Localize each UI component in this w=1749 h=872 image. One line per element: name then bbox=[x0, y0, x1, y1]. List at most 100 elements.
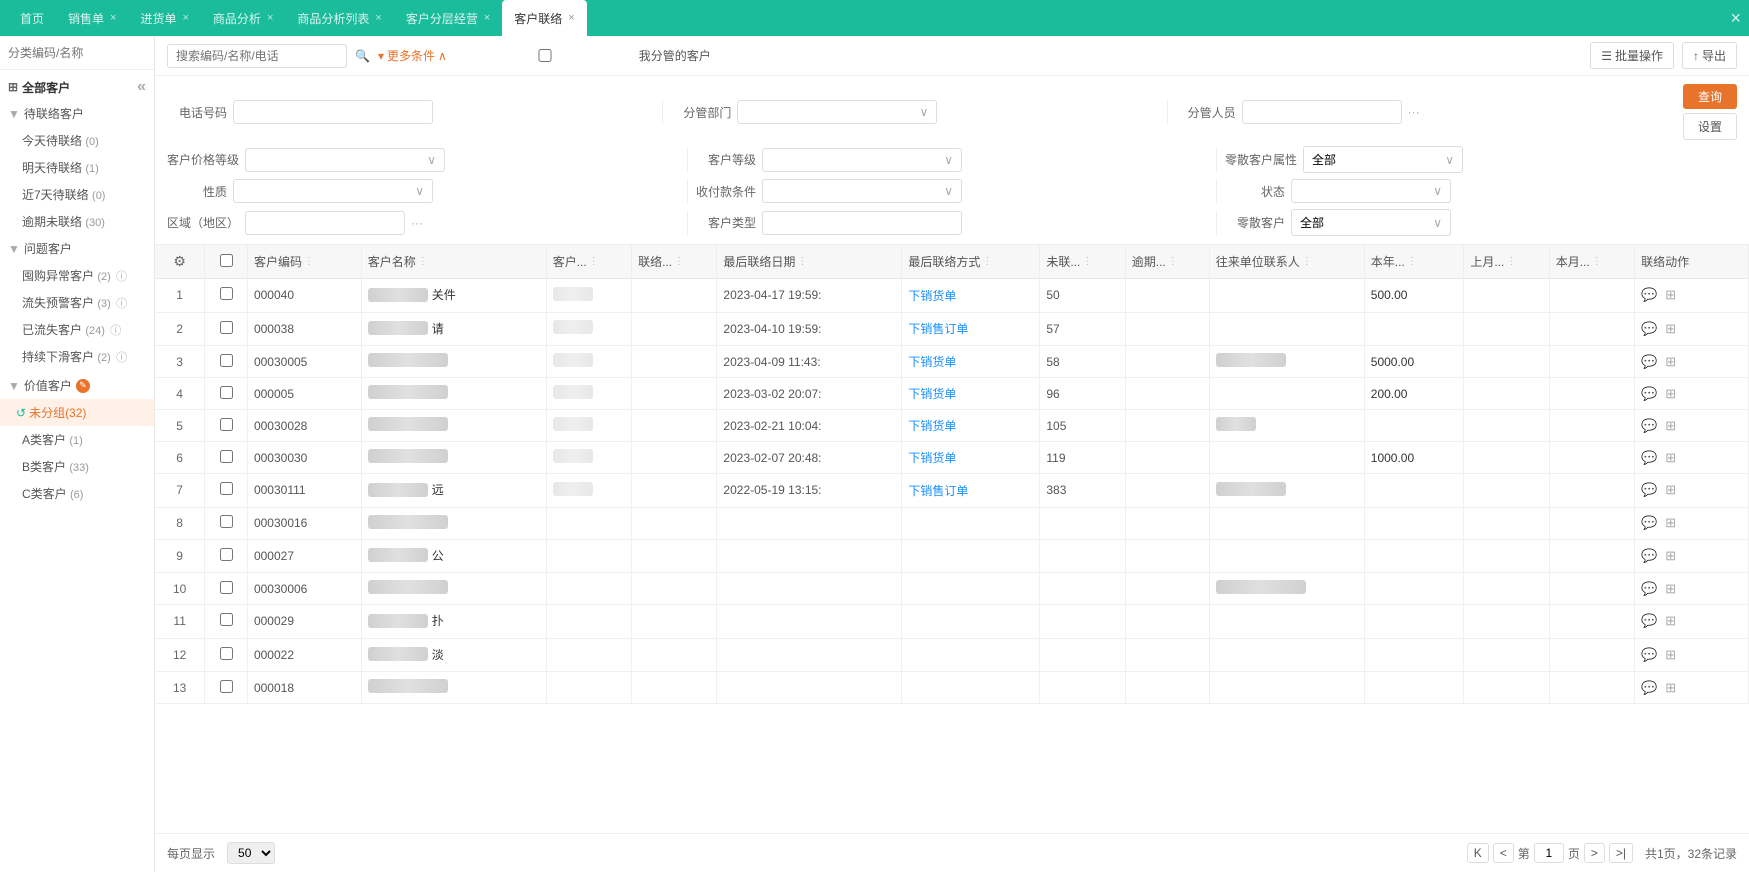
contact-icon-0[interactable]: 💬 bbox=[1641, 287, 1657, 303]
cell-lastway[interactable] bbox=[902, 539, 1040, 573]
th-sort-lastmonth[interactable]: 上月... ⋮ bbox=[1470, 253, 1542, 270]
region-more-icon[interactable]: ··· bbox=[411, 216, 423, 230]
cell-lastway[interactable] bbox=[902, 573, 1040, 605]
contact-icon-12[interactable]: 💬 bbox=[1641, 680, 1657, 696]
retail-attr-select[interactable]: 全部 ∨ bbox=[1303, 146, 1463, 173]
contact-icon-9[interactable]: 💬 bbox=[1641, 581, 1657, 597]
my-customers-check[interactable] bbox=[455, 49, 635, 62]
more-icon-9[interactable]: ⊞ bbox=[1665, 581, 1676, 597]
staff-more-icon[interactable]: ··· bbox=[1408, 105, 1420, 119]
row-check-6[interactable] bbox=[220, 482, 233, 495]
sidebar-item-ungroup[interactable]: ↺ 未分组(32) bbox=[0, 399, 154, 426]
contact-icon-2[interactable]: 💬 bbox=[1641, 354, 1657, 370]
contact-icon-1[interactable]: 💬 bbox=[1641, 321, 1657, 337]
cell-check[interactable] bbox=[205, 410, 248, 442]
row-check-1[interactable] bbox=[220, 321, 233, 334]
price-select[interactable]: ∨ bbox=[245, 148, 445, 172]
more-conditions-btn[interactable]: ▾ 更多条件 ∧ bbox=[378, 47, 447, 64]
close-window-icon[interactable]: × bbox=[1730, 8, 1741, 29]
more-icon-3[interactable]: ⊞ bbox=[1665, 386, 1676, 402]
dept-select[interactable]: ∨ bbox=[737, 100, 937, 124]
lastway-link-5[interactable]: 下销货单 bbox=[908, 451, 956, 465]
level-select[interactable]: ∨ bbox=[762, 148, 962, 172]
row-check-8[interactable] bbox=[220, 548, 233, 561]
lastway-link-6[interactable]: 下销售订单 bbox=[908, 484, 968, 498]
tab-close-customer-tier[interactable]: × bbox=[484, 12, 490, 24]
tab-close-product-analysis[interactable]: × bbox=[267, 12, 273, 24]
page-number-input[interactable] bbox=[1534, 843, 1564, 863]
type-input[interactable] bbox=[762, 211, 962, 235]
sidebar-item-7days-pending[interactable]: 近7天待联络 (0) bbox=[0, 181, 154, 208]
lastway-link-1[interactable]: 下销售订单 bbox=[908, 322, 968, 336]
more-icon-1[interactable]: ⊞ bbox=[1665, 321, 1676, 337]
payment-select[interactable]: ∨ bbox=[762, 179, 962, 203]
first-page-btn[interactable]: K bbox=[1467, 843, 1489, 863]
row-check-0[interactable] bbox=[220, 287, 233, 300]
more-icon-11[interactable]: ⊞ bbox=[1665, 647, 1676, 663]
search-input[interactable] bbox=[167, 44, 347, 68]
cell-check[interactable] bbox=[205, 378, 248, 410]
score-edit-icon[interactable]: ✎ bbox=[76, 379, 90, 393]
tab-customer-tier[interactable]: 客户分层经营 × bbox=[394, 0, 502, 36]
th-sort-type[interactable]: 客户... ⋮ bbox=[553, 253, 625, 270]
cell-check[interactable] bbox=[205, 539, 248, 573]
cell-lastway[interactable]: 下销售订单 bbox=[902, 474, 1040, 508]
lastway-link-4[interactable]: 下销货单 bbox=[908, 419, 956, 433]
select-all-check[interactable] bbox=[220, 254, 233, 267]
contact-icon-5[interactable]: 💬 bbox=[1641, 450, 1657, 466]
lastway-link-3[interactable]: 下销货单 bbox=[908, 387, 956, 401]
sidebar-item-churned[interactable]: 已流失客户 (24) ⓘ bbox=[0, 316, 154, 343]
tab-close-sales[interactable]: × bbox=[110, 12, 116, 24]
cell-check[interactable] bbox=[205, 573, 248, 605]
tab-close-purchase[interactable]: × bbox=[182, 12, 188, 24]
lastway-link-0[interactable]: 下销货单 bbox=[908, 289, 956, 303]
cell-lastway[interactable]: 下销货单 bbox=[902, 279, 1040, 313]
row-check-4[interactable] bbox=[220, 418, 233, 431]
tab-sales-order[interactable]: 销售单 × bbox=[56, 0, 128, 36]
row-check-12[interactable] bbox=[220, 680, 233, 693]
contact-icon-3[interactable]: 💬 bbox=[1641, 386, 1657, 402]
th-sort-lastway[interactable]: 最后联络方式 ⋮ bbox=[908, 253, 1033, 270]
filter-search-icon[interactable]: 🔍 bbox=[355, 49, 370, 63]
problem-group[interactable]: ▼ 问题客户 bbox=[0, 235, 154, 262]
more-icon-6[interactable]: ⊞ bbox=[1665, 482, 1676, 498]
sidebar-item-declining[interactable]: 持续下滑客户 (2) ⓘ bbox=[0, 343, 154, 370]
more-icon-8[interactable]: ⊞ bbox=[1665, 548, 1676, 564]
th-sort-uncontact[interactable]: 未联... ⋮ bbox=[1046, 253, 1118, 270]
tab-product-list[interactable]: 商品分析列表 × bbox=[285, 0, 393, 36]
score-group[interactable]: ▼ 价值客户 ✎ bbox=[0, 372, 154, 399]
collapse-icon[interactable]: « bbox=[137, 78, 146, 96]
cell-lastway[interactable] bbox=[902, 507, 1040, 539]
nature-select[interactable]: ∨ bbox=[233, 179, 433, 203]
contact-icon-4[interactable]: 💬 bbox=[1641, 418, 1657, 434]
search-btn[interactable]: 查询 bbox=[1683, 84, 1737, 109]
sidebar-item-c-class[interactable]: C类客户 (6) bbox=[0, 480, 154, 507]
settings-icon[interactable]: ⚙ bbox=[173, 253, 186, 269]
cell-lastway[interactable] bbox=[902, 672, 1040, 704]
next-page-btn[interactable]: > bbox=[1584, 843, 1605, 863]
contact-icon-8[interactable]: 💬 bbox=[1641, 548, 1657, 564]
row-check-2[interactable] bbox=[220, 354, 233, 367]
sidebar-item-today-pending[interactable]: 今天待联络 (0) bbox=[0, 127, 154, 154]
th-settings[interactable]: ⚙ bbox=[155, 245, 205, 279]
retail-select[interactable]: 全部 ∨ bbox=[1291, 209, 1451, 236]
cell-check[interactable] bbox=[205, 638, 248, 672]
cell-check[interactable] bbox=[205, 507, 248, 539]
th-sort-lastdate[interactable]: 最后联络日期 ⋮ bbox=[723, 253, 895, 270]
lastway-link-2[interactable]: 下销货单 bbox=[908, 355, 956, 369]
cell-check[interactable] bbox=[205, 605, 248, 639]
my-customers-checkbox[interactable]: 我分管的客户 bbox=[455, 47, 711, 64]
tab-home[interactable]: 首页 bbox=[8, 0, 56, 36]
staff-input[interactable] bbox=[1242, 100, 1402, 124]
th-sort-contact[interactable]: 联络... ⋮ bbox=[638, 253, 710, 270]
sidebar-item-tomorrow-pending[interactable]: 明天待联络 (1) bbox=[0, 154, 154, 181]
cell-lastway[interactable]: 下销货单 bbox=[902, 410, 1040, 442]
cell-check[interactable] bbox=[205, 279, 248, 313]
th-check[interactable] bbox=[205, 245, 248, 279]
th-sort-partner[interactable]: 往来单位联系人 ⋮ bbox=[1216, 253, 1358, 270]
cell-lastway[interactable]: 下销货单 bbox=[902, 442, 1040, 474]
th-sort-overdue[interactable]: 逾期... ⋮ bbox=[1132, 253, 1203, 270]
tab-purchase[interactable]: 进货单 × bbox=[128, 0, 200, 36]
sidebar-item-hoard-abnormal[interactable]: 囤购异常客户 (2) ⓘ bbox=[0, 262, 154, 289]
per-page-select[interactable]: 50 bbox=[227, 842, 275, 864]
